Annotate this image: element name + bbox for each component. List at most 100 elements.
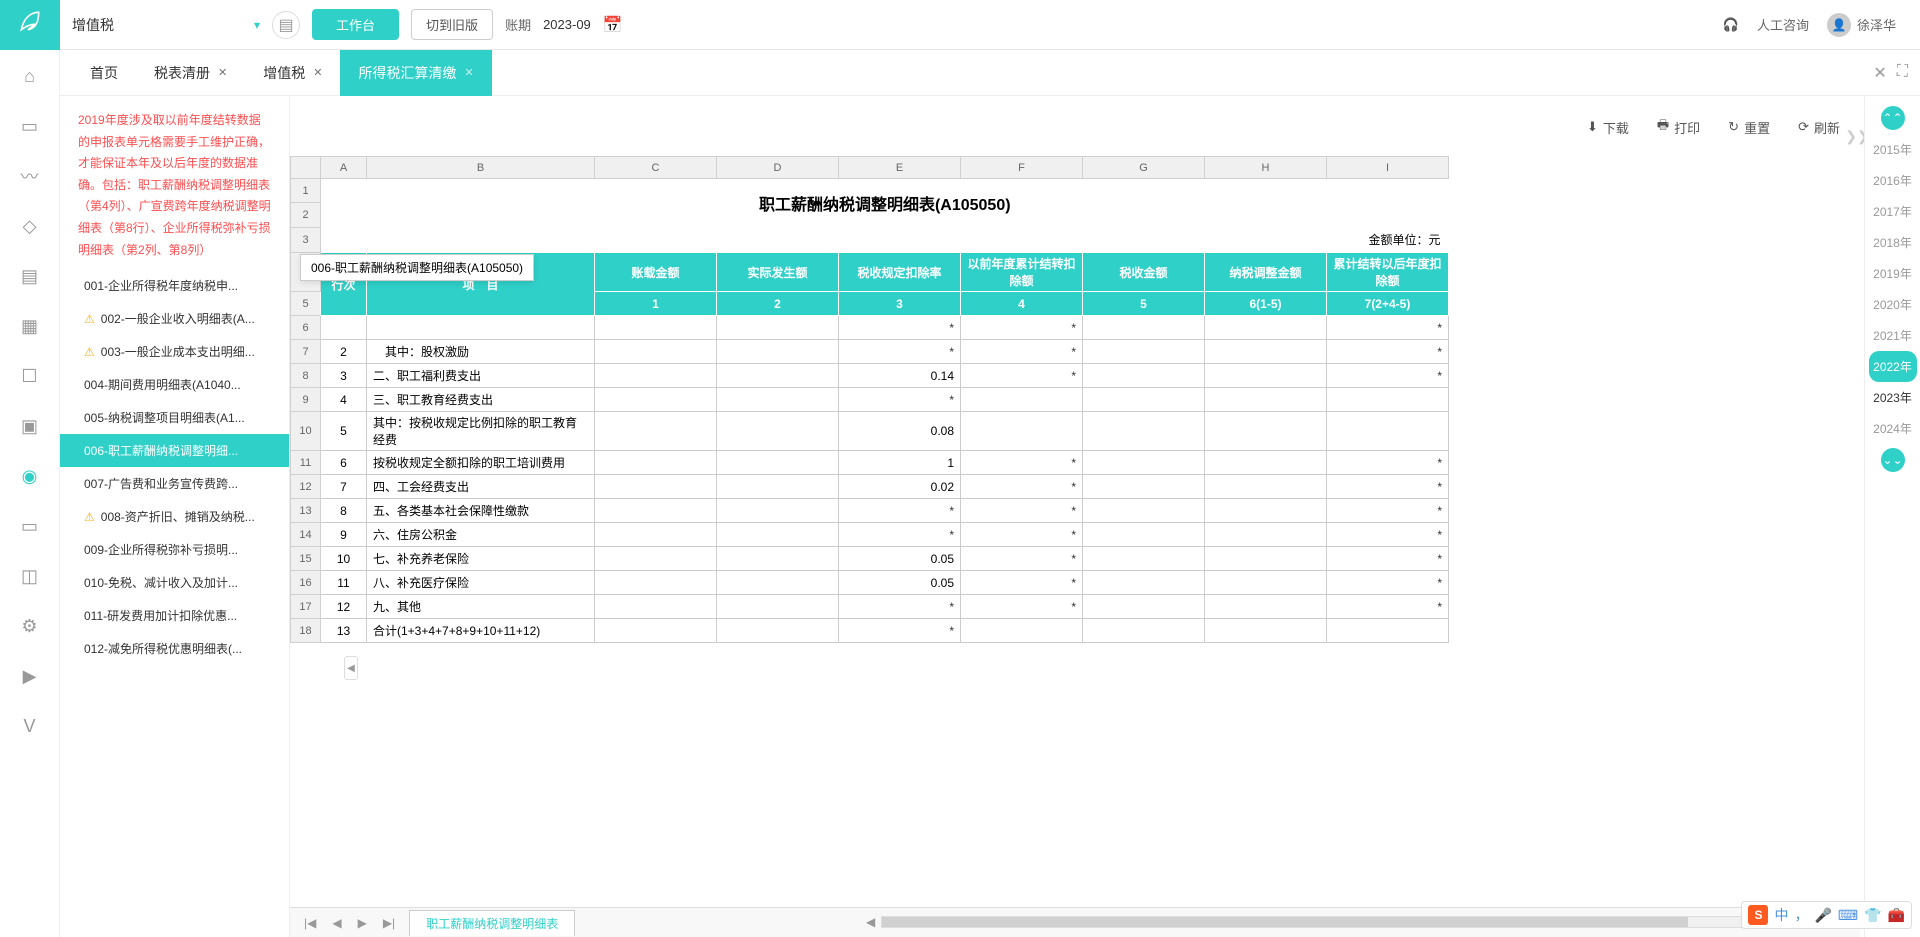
user-area[interactable]: 👤 徐泽华 (1827, 13, 1896, 37)
row-header[interactable]: 7 (291, 340, 321, 364)
book-icon[interactable]: ◉ (18, 464, 42, 488)
expand-right-handle[interactable]: ❯❯ (1850, 96, 1864, 176)
data-cell[interactable] (1083, 316, 1205, 340)
data-cell[interactable]: * (839, 316, 961, 340)
data-cell[interactable] (961, 619, 1083, 643)
data-cell[interactable]: 4 (321, 388, 367, 412)
vip-icon[interactable]: V (18, 714, 42, 738)
download-button[interactable]: ⬇下载 (1587, 116, 1629, 138)
data-cell[interactable]: 5 (321, 412, 367, 451)
close-icon[interactable]: ✕ (218, 66, 227, 79)
ime-tool-icon[interactable]: 🧰 (1888, 907, 1905, 924)
data-cell[interactable]: * (961, 547, 1083, 571)
calendar-icon[interactable]: 📅 (603, 15, 623, 35)
data-cell[interactable] (595, 316, 717, 340)
data-cell[interactable] (595, 340, 717, 364)
data-cell[interactable] (717, 316, 839, 340)
data-cell[interactable]: * (1327, 475, 1449, 499)
data-cell[interactable]: 8 (321, 499, 367, 523)
data-cell[interactable]: * (961, 451, 1083, 475)
data-cell[interactable] (595, 364, 717, 388)
ime-lang-label[interactable]: 中 (1774, 905, 1788, 925)
data-cell[interactable] (1205, 475, 1327, 499)
nav-item-8[interactable]: 009-企业所得税弥补亏损明... (60, 533, 289, 566)
headset-icon[interactable]: 🎧 (1723, 17, 1739, 33)
tax-type-dropdown[interactable]: 增值税 ▾ (72, 15, 260, 35)
data-cell[interactable] (1327, 619, 1449, 643)
data-cell[interactable] (595, 619, 717, 643)
data-cell[interactable] (717, 388, 839, 412)
nav-item-9[interactable]: 010-免税、减计收入及加计... (60, 566, 289, 599)
nav-item-4[interactable]: 005-纳税调整项目明细表(A1... (60, 401, 289, 434)
row-header[interactable]: 17 (291, 595, 321, 619)
col-header[interactable]: F (961, 157, 1083, 179)
year-2019年[interactable]: 2019年 (1869, 258, 1917, 289)
year-2024年[interactable]: 2024年 (1869, 413, 1917, 444)
ime-bar[interactable]: S 中 ， 🎤 ⌨ 👕 🧰 (1741, 901, 1912, 929)
col-header[interactable]: A (321, 157, 367, 179)
data-cell[interactable]: * (1327, 571, 1449, 595)
data-cell[interactable] (1083, 388, 1205, 412)
data-cell[interactable]: 五、各类基本社会保障性缴款 (367, 499, 595, 523)
collapse-handle[interactable]: ◀ (344, 656, 358, 680)
data-cell[interactable]: 按税收规定全额扣除的职工培训费用 (367, 451, 595, 475)
data-cell[interactable] (1083, 595, 1205, 619)
data-cell[interactable]: * (1327, 595, 1449, 619)
data-cell[interactable] (1083, 547, 1205, 571)
data-cell[interactable]: 其中：股权激励 (367, 340, 595, 364)
data-cell[interactable] (1205, 388, 1327, 412)
nav-item-10[interactable]: 011-研发费用加计扣除优惠... (60, 599, 289, 632)
data-cell[interactable] (717, 412, 839, 451)
data-cell[interactable]: * (1327, 499, 1449, 523)
clipboard-icon[interactable]: ▤ (18, 264, 42, 288)
year-2021年[interactable]: 2021年 (1869, 320, 1917, 351)
expand-icon[interactable]: ⛶ (1897, 63, 1908, 83)
col-header[interactable]: D (717, 157, 839, 179)
data-cell[interactable] (1205, 571, 1327, 595)
data-cell[interactable]: * (961, 499, 1083, 523)
row-header[interactable]: 15 (291, 547, 321, 571)
row-header[interactable]: 6 (291, 316, 321, 340)
home-icon[interactable]: ⌂ (18, 64, 42, 88)
horizontal-scrollbar[interactable]: ◀ ▶ (860, 907, 1800, 937)
row-header[interactable]: 8 (291, 364, 321, 388)
data-cell[interactable]: 9 (321, 523, 367, 547)
data-cell[interactable] (367, 316, 595, 340)
col-header[interactable]: E (839, 157, 961, 179)
row-header[interactable]: 16 (291, 571, 321, 595)
data-cell[interactable]: 九、其他 (367, 595, 595, 619)
data-cell[interactable]: 六、住房公积金 (367, 523, 595, 547)
data-cell[interactable]: * (961, 475, 1083, 499)
row-header[interactable]: 10 (291, 412, 321, 451)
data-cell[interactable]: * (961, 364, 1083, 388)
data-cell[interactable] (1083, 499, 1205, 523)
data-cell[interactable]: * (1327, 316, 1449, 340)
data-cell[interactable]: 1 (839, 451, 961, 475)
data-cell[interactable] (1083, 364, 1205, 388)
data-cell[interactable] (595, 523, 717, 547)
data-cell[interactable] (1205, 451, 1327, 475)
data-cell[interactable]: * (1327, 547, 1449, 571)
tab-2[interactable]: 增值税✕ (245, 50, 340, 96)
sheet-last-icon[interactable]: ▶| (377, 914, 401, 932)
nav-item-6[interactable]: 007-广告费和业务宣传费跨... (60, 467, 289, 500)
year-2023年[interactable]: 2023年 (1869, 382, 1917, 413)
refresh-button[interactable]: ⟳刷新 (1798, 116, 1840, 138)
info-button[interactable]: ▤ (272, 11, 300, 39)
ime-keyboard-icon[interactable]: ⌨ (1838, 907, 1858, 924)
year-up-icon[interactable]: ⌃⌃ (1881, 106, 1905, 130)
year-down-icon[interactable]: ⌄⌄ (1881, 448, 1905, 472)
col-header[interactable]: B (367, 157, 595, 179)
sheet-prev-icon[interactable]: ◀ (326, 914, 347, 932)
money-icon[interactable]: ◇ (18, 214, 42, 238)
nav-item-5[interactable]: 006-职工薪酬纳税调整明细... (60, 434, 289, 467)
year-2017年[interactable]: 2017年 (1869, 196, 1917, 227)
data-cell[interactable]: * (839, 523, 961, 547)
data-cell[interactable] (717, 547, 839, 571)
data-cell[interactable]: 八、补充医疗保险 (367, 571, 595, 595)
row-header[interactable]: 9 (291, 388, 321, 412)
workspace-button[interactable]: 工作台 (312, 9, 399, 40)
row-header[interactable]: 18 (291, 619, 321, 643)
logo-area[interactable] (0, 0, 60, 50)
data-cell[interactable] (1083, 571, 1205, 595)
